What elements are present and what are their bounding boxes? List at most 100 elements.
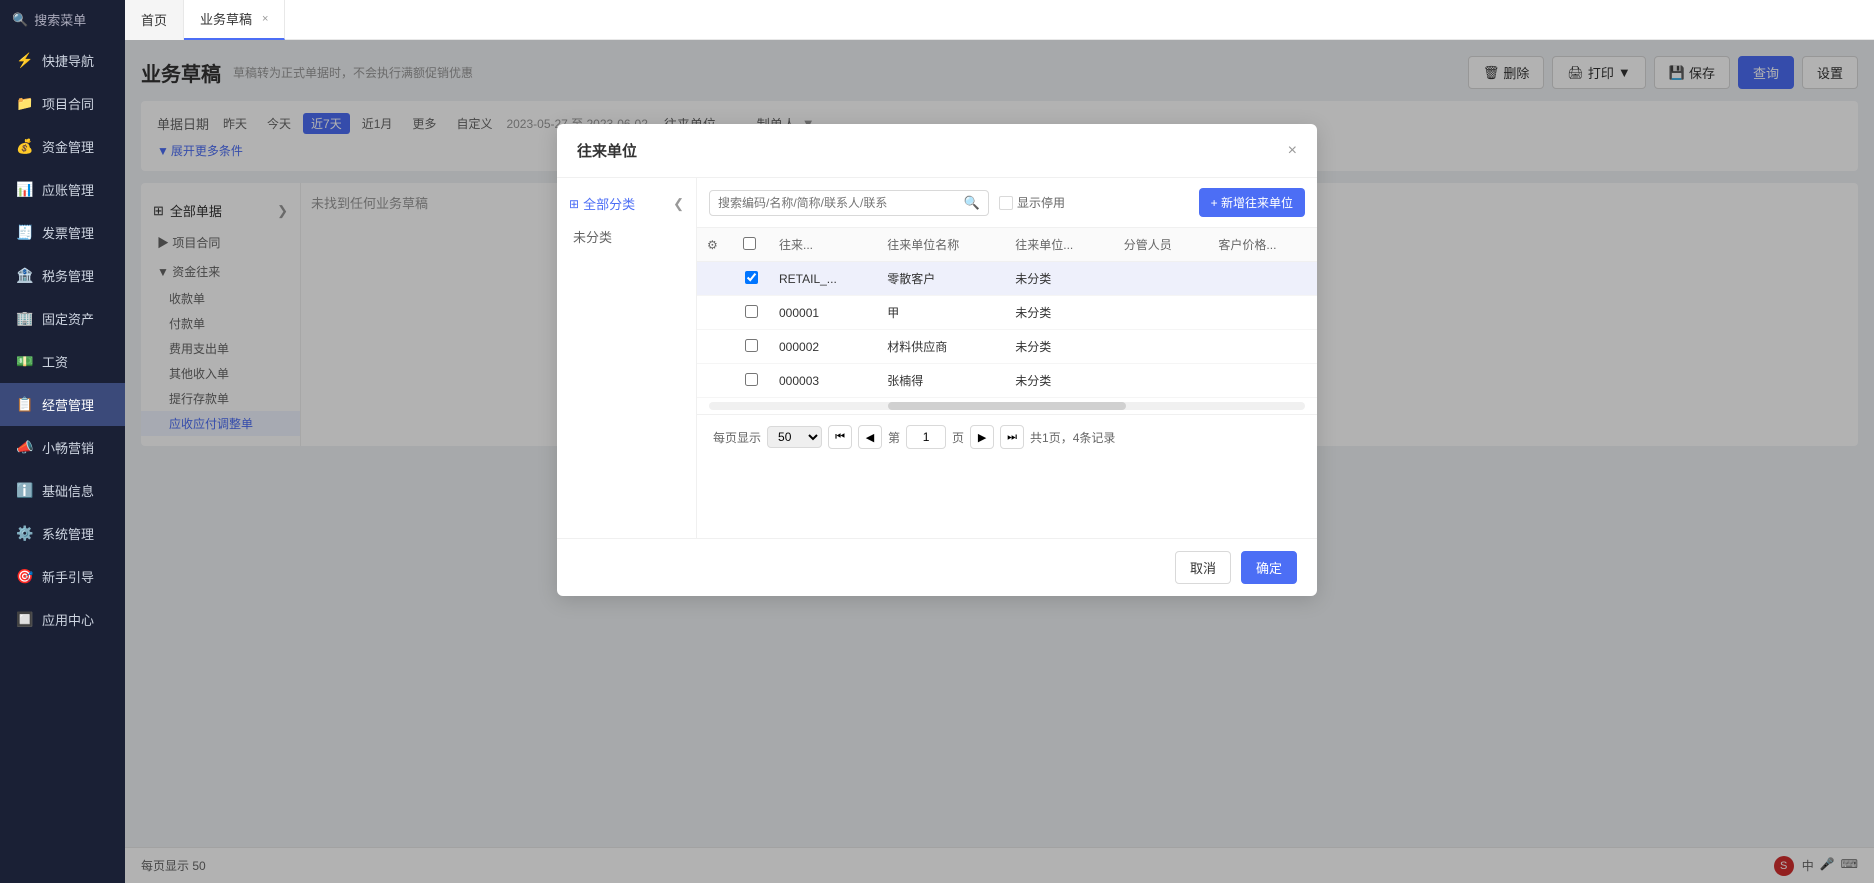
modal-footer: 取消 确定 bbox=[557, 538, 1317, 596]
row-4-gear bbox=[697, 364, 733, 398]
total-records: 共1页，4条记录 bbox=[1030, 429, 1115, 446]
row-1-code: RETAIL_... bbox=[769, 262, 877, 296]
sidebar-item-sys-mgmt[interactable]: ⚙️ 系统管理 bbox=[0, 512, 125, 555]
row-3-check[interactable] bbox=[733, 330, 769, 364]
row-2-category: 未分类 bbox=[1005, 296, 1114, 330]
ops-icon: 📋 bbox=[16, 396, 34, 414]
confirm-button[interactable]: 确定 bbox=[1241, 551, 1297, 584]
partner-modal: 往来单位 × ⊞ 全部分类 ❮ 未分类 🔍 显示停用 bbox=[557, 124, 1317, 596]
sidebar-item-app-center[interactable]: 🔲 应用中心 bbox=[0, 598, 125, 641]
row-1-check[interactable] bbox=[733, 262, 769, 296]
table-row[interactable]: 000003 张楠得 未分类 bbox=[697, 364, 1317, 398]
show-disabled-checkbox[interactable] bbox=[999, 196, 1013, 210]
table-row[interactable]: 000002 材料供应商 未分类 bbox=[697, 330, 1317, 364]
sidebar-item-capital-mgmt[interactable]: 💰 资金管理 bbox=[0, 125, 125, 168]
row-4-manager bbox=[1114, 364, 1209, 398]
modal-body: ⊞ 全部分类 ❮ 未分类 🔍 显示停用 + 新增往来单位 bbox=[557, 178, 1317, 538]
search-icon: 🔍 bbox=[12, 12, 28, 28]
cancel-button[interactable]: 取消 bbox=[1175, 551, 1231, 584]
sidebar-item-ops-mgmt[interactable]: 📋 经营管理 bbox=[0, 383, 125, 426]
row-2-name: 甲 bbox=[877, 296, 1005, 330]
row-3-name: 材料供应商 bbox=[877, 330, 1005, 364]
capital-icon: 💰 bbox=[16, 138, 34, 156]
app-icon: 🔲 bbox=[16, 611, 34, 629]
col-code: 往来... bbox=[769, 228, 877, 262]
row-4-price bbox=[1208, 364, 1317, 398]
row-4-category: 未分类 bbox=[1005, 364, 1114, 398]
prev-page-button[interactable]: ◀ bbox=[858, 425, 882, 449]
first-page-button[interactable]: ⏮ bbox=[828, 425, 852, 449]
row-1-category: 未分类 bbox=[1005, 262, 1114, 296]
row-3-price bbox=[1208, 330, 1317, 364]
project-icon: 📁 bbox=[16, 95, 34, 113]
grid-icon-2: ⊞ bbox=[569, 197, 579, 211]
col-gear: ⚙ bbox=[697, 228, 733, 262]
row-2-check[interactable] bbox=[733, 296, 769, 330]
col-price: 客户价格... bbox=[1208, 228, 1317, 262]
guide-icon: 🎯 bbox=[16, 568, 34, 586]
row-3-gear bbox=[697, 330, 733, 364]
sidebar: 🔍 搜索菜单 ⚡ 快捷导航 📁 项目合同 💰 资金管理 📊 应账管理 🧾 发票管… bbox=[0, 0, 125, 883]
scrollbar-thumb[interactable] bbox=[888, 402, 1126, 410]
sidebar-item-tax[interactable]: 🏦 税务管理 bbox=[0, 254, 125, 297]
col-manager: 分管人员 bbox=[1114, 228, 1209, 262]
salary-icon: 💵 bbox=[16, 353, 34, 371]
tab-close-icon[interactable]: × bbox=[262, 13, 268, 25]
search-menu[interactable]: 🔍 搜索菜单 bbox=[0, 0, 125, 39]
row-1-manager bbox=[1114, 262, 1209, 296]
sidebar-item-invoice[interactable]: 🧾 发票管理 bbox=[0, 211, 125, 254]
tax-icon: 🏦 bbox=[16, 267, 34, 285]
next-page-button[interactable]: ▶ bbox=[970, 425, 994, 449]
last-page-button[interactable]: ⏭ bbox=[1000, 425, 1024, 449]
modal-sidebar-header: ⊞ 全部分类 ❮ bbox=[557, 188, 696, 219]
modal-table-scroll: ⚙ 往来... 往来单位名称 往来单位... 分管人员 客户价格... bbox=[697, 228, 1317, 398]
table-row[interactable]: RETAIL_... 零散客户 未分类 bbox=[697, 262, 1317, 296]
sidebar-item-project-contract[interactable]: 📁 项目合同 bbox=[0, 82, 125, 125]
invoice-icon: 🧾 bbox=[16, 224, 34, 242]
col-name: 往来单位名称 bbox=[877, 228, 1005, 262]
partner-table-body: RETAIL_... 零散客户 未分类 000001 甲 未分类 bbox=[697, 262, 1317, 398]
sidebar-item-guide[interactable]: 🎯 新手引导 bbox=[0, 555, 125, 598]
sidebar-collapse-icon[interactable]: ❮ bbox=[673, 196, 684, 212]
modal-header: 往来单位 × bbox=[557, 124, 1317, 178]
per-page-select[interactable]: 50 20 100 bbox=[767, 426, 822, 448]
modal-sidebar: ⊞ 全部分类 ❮ 未分类 bbox=[557, 178, 697, 538]
info-icon: ℹ️ bbox=[16, 482, 34, 500]
tab-home[interactable]: 首页 bbox=[125, 0, 184, 40]
sidebar-item-quick-nav[interactable]: ⚡ 快捷导航 bbox=[0, 39, 125, 82]
col-check-header bbox=[733, 228, 769, 262]
modal-toolbar: 🔍 显示停用 + 新增往来单位 bbox=[697, 178, 1317, 228]
sidebar-item-fixed-assets[interactable]: 🏢 固定资产 bbox=[0, 297, 125, 340]
fixed-assets-icon: 🏢 bbox=[16, 310, 34, 328]
tab-draft[interactable]: 业务草稿 × bbox=[184, 0, 285, 40]
horizontal-scrollbar[interactable] bbox=[709, 402, 1305, 410]
row-2-manager bbox=[1114, 296, 1209, 330]
modal-sidebar-unclassified[interactable]: 未分类 bbox=[557, 219, 696, 254]
search-input[interactable] bbox=[718, 196, 960, 210]
sidebar-item-receivable[interactable]: 📊 应账管理 bbox=[0, 168, 125, 211]
row-1-gear bbox=[697, 262, 733, 296]
table-row[interactable]: 000001 甲 未分类 bbox=[697, 296, 1317, 330]
quick-nav-icon: ⚡ bbox=[16, 52, 34, 70]
marketing-icon: 📣 bbox=[16, 439, 34, 457]
gear-icon[interactable]: ⚙ bbox=[707, 238, 718, 252]
row-4-code: 000003 bbox=[769, 364, 877, 398]
row-4-check[interactable] bbox=[733, 364, 769, 398]
top-bar: 首页 业务草稿 × bbox=[125, 0, 1874, 40]
modal-close-button[interactable]: × bbox=[1288, 142, 1297, 160]
add-partner-button[interactable]: + 新增往来单位 bbox=[1199, 188, 1305, 217]
receivable-icon: 📊 bbox=[16, 181, 34, 199]
row-3-code: 000002 bbox=[769, 330, 877, 364]
show-disabled-toggle[interactable]: 显示停用 bbox=[999, 194, 1065, 211]
sidebar-item-marketing[interactable]: 📣 小畅营销 bbox=[0, 426, 125, 469]
row-2-gear bbox=[697, 296, 733, 330]
row-3-category: 未分类 bbox=[1005, 330, 1114, 364]
search-box[interactable]: 🔍 bbox=[709, 190, 989, 216]
select-all-checkbox[interactable] bbox=[743, 237, 756, 250]
row-1-name: 零散客户 bbox=[877, 262, 1005, 296]
sidebar-item-basic-info[interactable]: ℹ️ 基础信息 bbox=[0, 469, 125, 512]
page-number-input[interactable] bbox=[906, 425, 946, 449]
modal-main: 🔍 显示停用 + 新增往来单位 ⚙ 往来... bbox=[697, 178, 1317, 538]
sidebar-item-salary[interactable]: 💵 工资 bbox=[0, 340, 125, 383]
partner-table: ⚙ 往来... 往来单位名称 往来单位... 分管人员 客户价格... bbox=[697, 228, 1317, 398]
